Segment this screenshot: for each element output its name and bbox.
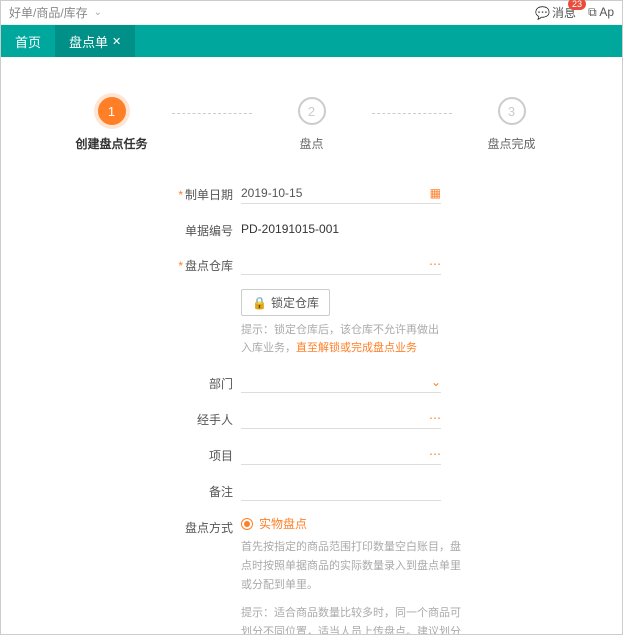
warehouse-label: 盘点仓库	[171, 253, 241, 274]
app-button[interactable]: ⧉ Ap	[588, 5, 614, 20]
more-icon: ⋯	[429, 447, 441, 461]
tab-inventory-sheet[interactable]: 盘点单 ✕	[55, 25, 135, 57]
messages-badge: 23	[568, 0, 586, 10]
step-3: 3 盘点完成	[452, 97, 572, 152]
mode-physical-radio[interactable]: 实物盘点	[241, 515, 501, 532]
lock-icon: 🔒	[252, 296, 267, 310]
doc-no-value: PD-20191015-001	[241, 218, 441, 236]
step-line	[372, 113, 452, 114]
more-icon: ⋯	[429, 257, 441, 271]
remark-input[interactable]	[241, 479, 441, 501]
project-input[interactable]: ⋯	[241, 443, 441, 465]
message-icon: 💬	[535, 6, 550, 20]
tab-sheet-label: 盘点单	[69, 32, 108, 51]
mode-label: 盘点方式	[171, 515, 241, 536]
search-placeholder: 好单/商品/库存	[9, 4, 88, 21]
step-indicator: 1 创建盘点任务 2 盘点 3 盘点完成	[21, 97, 602, 152]
mode1-label: 实物盘点	[259, 515, 307, 532]
step-2: 2 盘点	[252, 97, 372, 152]
remark-label: 备注	[171, 479, 241, 500]
content-area: 1 创建盘点任务 2 盘点 3 盘点完成 制单日期 2019-10-15 ▦ 单…	[1, 57, 622, 634]
dept-label: 部门	[171, 371, 241, 392]
app-icon: ⧉	[588, 5, 597, 19]
dept-input[interactable]: ⌄	[241, 371, 441, 393]
messages-button[interactable]: 💬 消息 23	[535, 4, 576, 21]
chevron-down-icon: ⌄	[431, 375, 441, 389]
project-label: 项目	[171, 443, 241, 464]
step-1: 1 创建盘点任务	[52, 97, 172, 152]
step-2-circle: 2	[298, 97, 326, 125]
lock-button-label: 锁定仓库	[271, 294, 319, 311]
step-3-circle: 3	[498, 97, 526, 125]
mode1-hint: 提示：适合商品数量比较多时，同一个商品可划分不同位置，适当人员上传盘点。建议划分…	[241, 604, 471, 634]
app-label: Ap	[599, 5, 614, 19]
calendar-icon: ▦	[430, 186, 441, 200]
tab-home-label: 首页	[15, 32, 41, 51]
radio-icon	[241, 518, 253, 530]
step-line	[172, 113, 252, 114]
step-2-label: 盘点	[299, 135, 323, 152]
doc-no-label: 单据编号	[171, 218, 241, 239]
more-icon: ⋯	[429, 411, 441, 425]
person-input[interactable]: ⋯	[241, 407, 441, 429]
mode1-desc: 首先按指定的商品范围打印数量空白账目，盘点时按照单据商品的实际数量录入到盘点单里…	[241, 538, 471, 594]
form: 制单日期 2019-10-15 ▦ 单据编号 PD-20191015-001 盘…	[171, 182, 602, 634]
person-label: 经手人	[171, 407, 241, 428]
step-3-label: 盘点完成	[487, 135, 535, 152]
lock-warehouse-button[interactable]: 🔒 锁定仓库	[241, 289, 330, 316]
date-input[interactable]: 2019-10-15 ▦	[241, 182, 441, 204]
date-label: 制单日期	[171, 182, 241, 203]
chevron-down-icon: ⌄	[94, 7, 102, 18]
lock-hint: 提示：锁定仓库后，该仓库不允许再做出入库业务，直至解锁或完成盘点业务	[241, 322, 441, 357]
tab-bar: 首页 盘点单 ✕	[1, 25, 622, 57]
date-value: 2019-10-15	[241, 186, 302, 200]
tab-home[interactable]: 首页	[1, 25, 55, 57]
close-icon[interactable]: ✕	[112, 35, 121, 48]
warehouse-input[interactable]: ⋯	[241, 253, 441, 275]
search-dropdown[interactable]: 好单/商品/库存 ⌄	[9, 4, 102, 21]
step-1-label: 创建盘点任务	[75, 135, 147, 152]
step-1-circle: 1	[98, 97, 126, 125]
